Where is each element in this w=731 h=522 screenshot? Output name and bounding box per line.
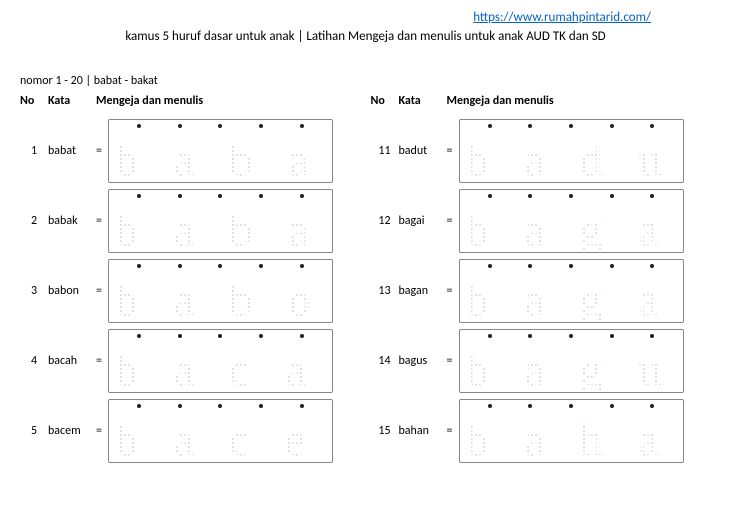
header-mengeja: Mengeja dan menulis: [447, 94, 712, 108]
row-word: bacah: [48, 354, 96, 368]
word-row: 15 bahan = b a h a n: [371, 396, 712, 466]
equals-sign: =: [96, 214, 108, 228]
equals-sign: =: [96, 284, 108, 298]
row-number: 14: [371, 354, 399, 368]
row-word: bagan: [399, 284, 447, 298]
trace-box: b a g a n: [459, 259, 684, 323]
equals-sign: =: [96, 354, 108, 368]
trace-letters: b a b a t: [115, 133, 333, 183]
trace-letters: b a g a i: [466, 203, 684, 253]
row-word: babak: [48, 214, 96, 228]
header-no: No: [20, 94, 48, 108]
row-word: bahan: [399, 424, 447, 438]
word-row: 12 bagai = b a g a i: [371, 186, 712, 256]
trace-box: b a h a n: [459, 399, 684, 463]
header-no: No: [371, 94, 399, 108]
equals-sign: =: [447, 354, 459, 368]
word-row: 2 babak = b a b a k: [20, 186, 361, 256]
header-kata: Kata: [399, 94, 447, 108]
worksheet: No Kata Mengeja dan menulis 1 babat = b …: [20, 94, 711, 466]
trace-box: b a b o n: [108, 259, 333, 323]
column-right: No Kata Mengeja dan menulis 11 badut = b…: [371, 94, 712, 466]
trace-letters: b a c a h: [115, 343, 333, 393]
row-number: 4: [20, 354, 48, 368]
equals-sign: =: [447, 284, 459, 298]
header-mengeja: Mengeja dan menulis: [96, 94, 361, 108]
trace-letters: b a g u s: [466, 343, 684, 393]
trace-letters: b a c e m: [115, 413, 333, 463]
row-word: babat: [48, 144, 96, 158]
trace-letters: b a b o n: [115, 273, 333, 323]
trace-box: b a g a i: [459, 189, 684, 253]
trace-box: b a d u t: [459, 119, 684, 183]
equals-sign: =: [447, 424, 459, 438]
row-number: 3: [20, 284, 48, 298]
row-word: babon: [48, 284, 96, 298]
row-word: bagai: [399, 214, 447, 228]
header-kata: Kata: [48, 94, 96, 108]
row-number: 15: [371, 424, 399, 438]
row-number: 5: [20, 424, 48, 438]
row-number: 2: [20, 214, 48, 228]
equals-sign: =: [96, 144, 108, 158]
word-row: 1 babat = b a b a t: [20, 116, 361, 186]
source-link[interactable]: https://www.rumahpintarid.com/: [473, 10, 651, 25]
equals-sign: =: [447, 214, 459, 228]
word-row: 11 badut = b a d u t: [371, 116, 712, 186]
row-word: bagus: [399, 354, 447, 368]
word-row: 4 bacah = b a c a h: [20, 326, 361, 396]
row-number: 13: [371, 284, 399, 298]
column-header: No Kata Mengeja dan menulis: [20, 94, 361, 108]
word-row: 5 bacem = b a c e m: [20, 396, 361, 466]
page-title: kamus 5 huruf dasar untuk anak | Latihan…: [20, 29, 711, 44]
trace-box: b a c a h: [108, 329, 333, 393]
trace-box: b a b a t: [108, 119, 333, 183]
trace-box: b a c e m: [108, 399, 333, 463]
trace-letters: b a d u t: [466, 133, 684, 183]
trace-box: b a g u s: [459, 329, 684, 393]
word-row: 14 bagus = b a g u s: [371, 326, 712, 396]
row-word: badut: [399, 144, 447, 158]
row-word: bacem: [48, 424, 96, 438]
header-link-container: https://www.rumahpintarid.com/: [20, 10, 711, 25]
word-row: 3 babon = b a b o n: [20, 256, 361, 326]
equals-sign: =: [96, 424, 108, 438]
equals-sign: =: [447, 144, 459, 158]
word-row: 13 bagan = b a g a n: [371, 256, 712, 326]
row-number: 1: [20, 144, 48, 158]
trace-box: b a b a k: [108, 189, 333, 253]
trace-letters: b a g a n: [466, 273, 684, 323]
row-number: 11: [371, 144, 399, 158]
trace-letters: b a h a n: [466, 413, 684, 463]
column-left: No Kata Mengeja dan menulis 1 babat = b …: [20, 94, 361, 466]
range-label: nomor 1 - 20 | babat - bakat: [20, 74, 711, 88]
column-header: No Kata Mengeja dan menulis: [371, 94, 712, 108]
trace-letters: b a b a k: [115, 203, 333, 253]
row-number: 12: [371, 214, 399, 228]
